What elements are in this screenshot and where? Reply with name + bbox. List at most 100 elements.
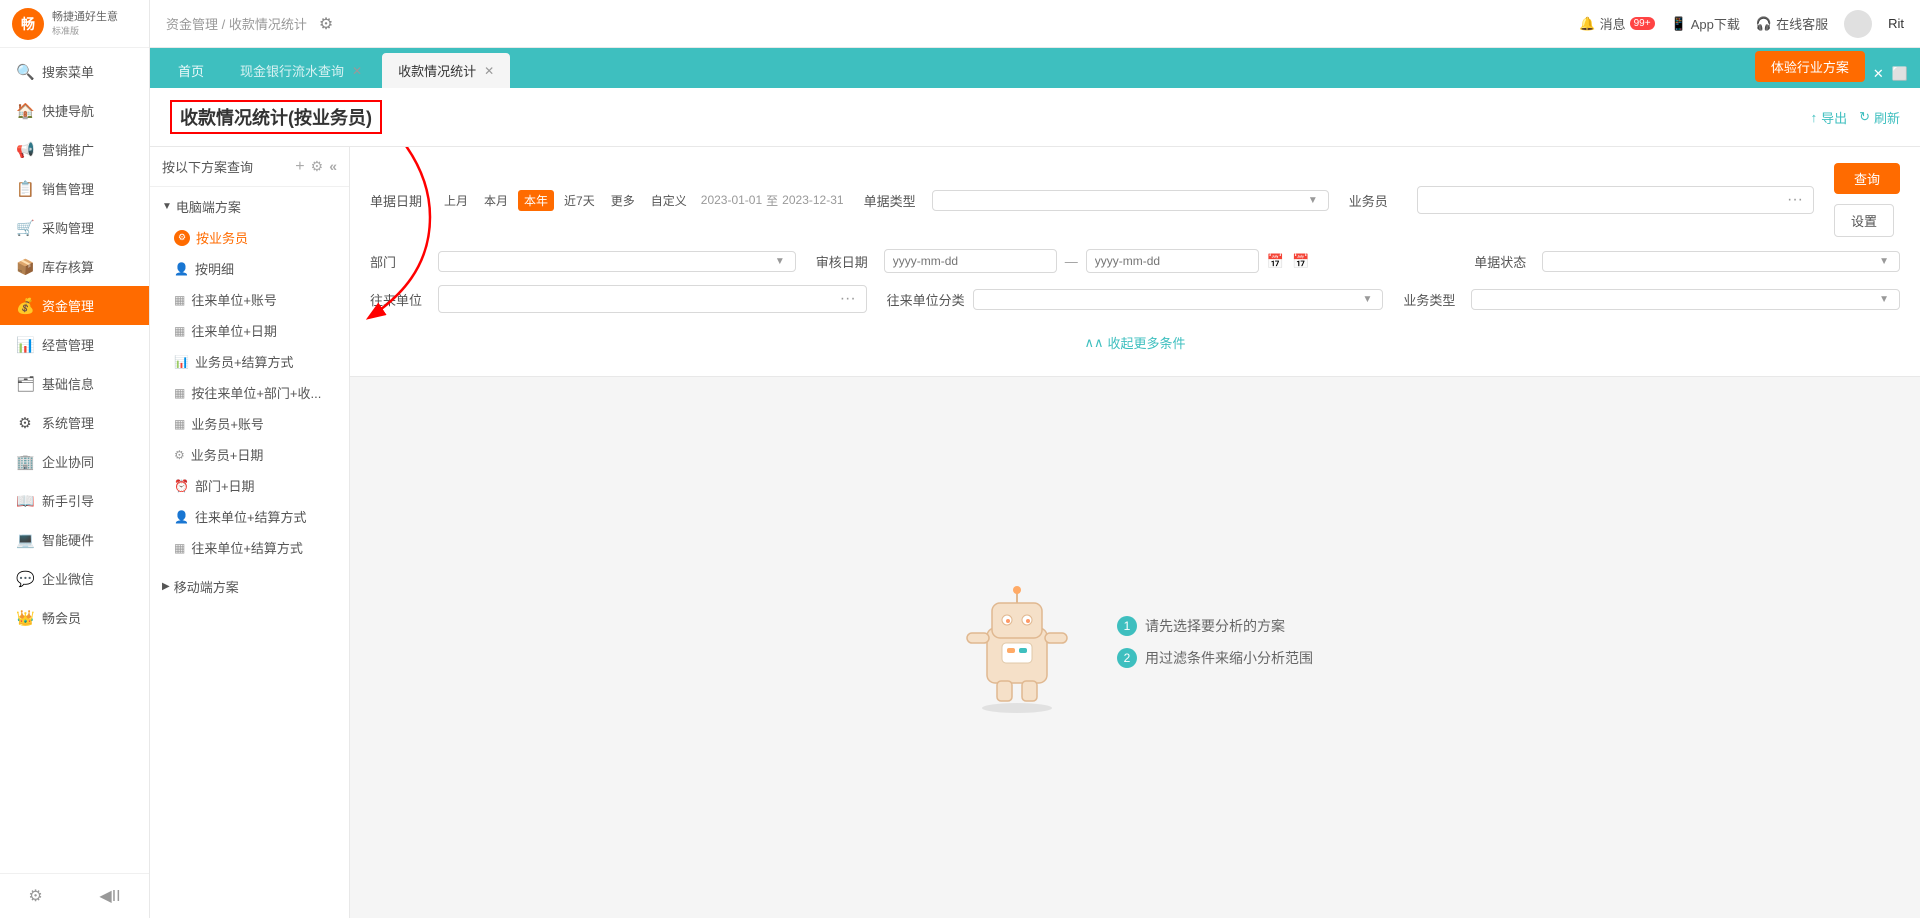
sidebar-item-vip[interactable]: 👑畅会员 [0, 598, 149, 637]
collapse-conditions-btn[interactable]: ∧∧ 收起更多条件 [370, 325, 1900, 360]
query-btn[interactable]: 查询 [1834, 163, 1900, 194]
scheme-item-partner-dept-collect[interactable]: ▦按往来单位+部门+收... [162, 377, 349, 408]
salesman-label: 业务员 [1349, 191, 1409, 210]
corp-icon: 🏢 [16, 453, 34, 471]
sidebar-item-marketing[interactable]: 📢营销推广 [0, 130, 149, 169]
calendar-icon-to[interactable]: 📅 [1292, 253, 1309, 270]
biz-type-select[interactable]: ▼ [1471, 289, 1900, 310]
sidebar-item-finance[interactable]: 💰资金管理 [0, 286, 149, 325]
scheme-group-desktop-title[interactable]: ▼ 电脑端方案 [150, 191, 349, 222]
scheme-group-mobile-title[interactable]: ▶ 移动端方案 [150, 571, 349, 602]
close-bank-flow-tab[interactable]: ✕ [352, 64, 362, 78]
sidebar-nav: 🔍搜索菜单🏠快捷导航📢营销推广📋销售管理🛒采购管理📦库存核算💰资金管理📊经营管理… [0, 48, 149, 873]
date-range: 2023-01-01 至 2023-12-31 [701, 192, 844, 209]
doc-type-select[interactable]: ▼ [932, 190, 1329, 211]
export-btn[interactable]: ↑ 导出 [1811, 108, 1848, 127]
review-date-condition: 审核日期 — 📅 📅 [816, 249, 1455, 273]
shortcut-custom[interactable]: 自定义 [645, 190, 693, 211]
scheme-item-partner-settlement2[interactable]: ▦往来单位+结算方式 [162, 532, 349, 563]
close-collection-stats-tab[interactable]: ✕ [484, 64, 494, 78]
header-settings-icon[interactable]: ⚙ [319, 14, 333, 34]
sidebar-collapse-btn[interactable]: ◀II [91, 882, 128, 910]
scheme-item-salesman-account[interactable]: ▦业务员+账号 [162, 408, 349, 439]
smart-hw-icon: 💻 [16, 531, 34, 549]
scheme-panel-actions: + ⚙ « [295, 158, 337, 176]
partner-select[interactable]: ··· [438, 285, 867, 313]
sidebar-footer: ⚙ ◀II [0, 873, 149, 918]
tab-home[interactable]: 首页 [162, 53, 220, 88]
tab-collection-stats[interactable]: 收款情况统计 ✕ [382, 53, 510, 88]
shortcut-this-year[interactable]: 本年 [518, 190, 554, 211]
shortcut-7days[interactable]: 近7天 [558, 190, 601, 211]
sidebar-item-smart-hw[interactable]: 💻智能硬件 [0, 520, 149, 559]
sidebar-item-purchase[interactable]: 🛒采购管理 [0, 208, 149, 247]
salesman-select[interactable]: ··· [1417, 186, 1814, 214]
date-to: 2023-12-31 [782, 193, 843, 207]
scheme-add-btn[interactable]: + [295, 158, 304, 176]
partner-more-btn[interactable]: ··· [840, 290, 856, 308]
dept-select[interactable]: ▼ [438, 251, 796, 272]
review-date-from[interactable] [884, 249, 1057, 273]
salesman-condition: 业务员 ··· [1349, 186, 1814, 214]
finance-icon: 💰 [16, 297, 34, 315]
scheme-item-by-detail[interactable]: 👤按明细 [162, 253, 349, 284]
scheme-collapse-btn[interactable]: « [329, 158, 337, 176]
sidebar-item-wechat[interactable]: 💬企业微信 [0, 559, 149, 598]
trial-btn[interactable]: 体验行业方案 [1755, 51, 1865, 82]
scheme-item-by-salesman[interactable]: ⚙按业务员 [162, 222, 349, 253]
scheme-item-partner-settlement1[interactable]: 👤往来单位+结算方式 [162, 501, 349, 532]
sidebar-item-inventory[interactable]: 📦库存核算 [0, 247, 149, 286]
scheme-item-partner-date[interactable]: ▦往来单位+日期 [162, 315, 349, 346]
sidebar-settings-btn[interactable]: ⚙ [20, 882, 50, 910]
app-download-btn[interactable]: 📱 App下载 [1671, 14, 1740, 33]
partner-class-select[interactable]: ▼ [973, 289, 1384, 310]
search-menu-icon: 🔍 [16, 63, 34, 81]
partner-label: 往来单位 [370, 290, 430, 309]
settings-btn[interactable]: 设置 [1834, 204, 1894, 237]
scheme-item-dept-date[interactable]: ⏰部门+日期 [162, 470, 349, 501]
main-content: 资金管理 / 收款情况统计 ⚙ 🔔 消息 99+ 📱 App下载 🎧 在线客服 [150, 0, 1920, 918]
bell-icon: 🔔 [1579, 16, 1595, 32]
empty-hint-1: 1 请先选择要分析的方案 [1117, 616, 1313, 636]
sidebar-item-corp[interactable]: 🏢企业协同 [0, 442, 149, 481]
calendar-icon-from[interactable]: 📅 [1267, 253, 1284, 270]
partner-condition: 往来单位 ··· [370, 285, 867, 313]
doc-type-label: 单据类型 [864, 191, 924, 210]
chevron-up-icon: ∧∧ [1084, 335, 1103, 351]
condition-actions: 查询 设置 [1834, 163, 1900, 237]
hint-text-1: 请先选择要分析的方案 [1145, 616, 1285, 636]
sidebar-item-basic-info[interactable]: 🗂基础信息 [0, 364, 149, 403]
sidebar-item-operations[interactable]: 📊经营管理 [0, 325, 149, 364]
quick-nav-icon: 🏠 [16, 102, 34, 120]
scheme-item-salesman-date[interactable]: ⚙业务员+日期 [162, 439, 349, 470]
scheme-item-salesman-settlement[interactable]: 📊业务员+结算方式 [162, 346, 349, 377]
page-header: 收款情况统计(按业务员) ↑ 导出 ↻ 刷新 [150, 88, 1920, 147]
shortcut-more[interactable]: 更多 [605, 190, 641, 211]
sidebar-item-search-menu[interactable]: 🔍搜索菜单 [0, 52, 149, 91]
tab-bar-close-btn[interactable]: ✕ [1873, 66, 1884, 82]
shortcut-last-month[interactable]: 上月 [438, 190, 474, 211]
sidebar-item-quick-nav[interactable]: 🏠快捷导航 [0, 91, 149, 130]
salesman-more-btn[interactable]: ··· [1787, 191, 1803, 209]
sidebar-item-system[interactable]: ⚙系统管理 [0, 403, 149, 442]
query-conditions: 单据日期 上月 本月 本年 近7天 更多 自定义 [350, 147, 1920, 377]
review-date-to[interactable] [1086, 249, 1259, 273]
scheme-settings-btn[interactable]: ⚙ [311, 158, 324, 176]
doc-status-select[interactable]: ▼ [1542, 251, 1900, 272]
query-panel: 单据日期 上月 本月 本年 近7天 更多 自定义 [350, 147, 1920, 918]
purchase-icon: 🛒 [16, 219, 34, 237]
biz-type-condition: 业务类型 ▼ [1403, 289, 1900, 310]
page-actions: ↑ 导出 ↻ 刷新 [1811, 108, 1900, 127]
sidebar-item-sales[interactable]: 📋销售管理 [0, 169, 149, 208]
shortcut-this-month[interactable]: 本月 [478, 190, 514, 211]
sidebar-item-guide[interactable]: 📖新手引导 [0, 481, 149, 520]
tab-bar-maximize-btn[interactable]: ⬜ [1892, 66, 1908, 82]
scheme-item-partner-account[interactable]: ▦往来单位+账号 [162, 284, 349, 315]
tab-bank-flow[interactable]: 现金银行流水查询 ✕ [224, 53, 378, 88]
user-avatar[interactable] [1844, 10, 1872, 38]
notifications-btn[interactable]: 🔔 消息 99+ [1579, 14, 1654, 33]
refresh-btn[interactable]: ↻ 刷新 [1859, 108, 1900, 127]
scheme-icon: ⏰ [174, 479, 189, 493]
date-shortcuts: 上月 本月 本年 近7天 更多 自定义 [438, 190, 693, 211]
online-service-btn[interactable]: 🎧 在线客服 [1756, 14, 1828, 33]
